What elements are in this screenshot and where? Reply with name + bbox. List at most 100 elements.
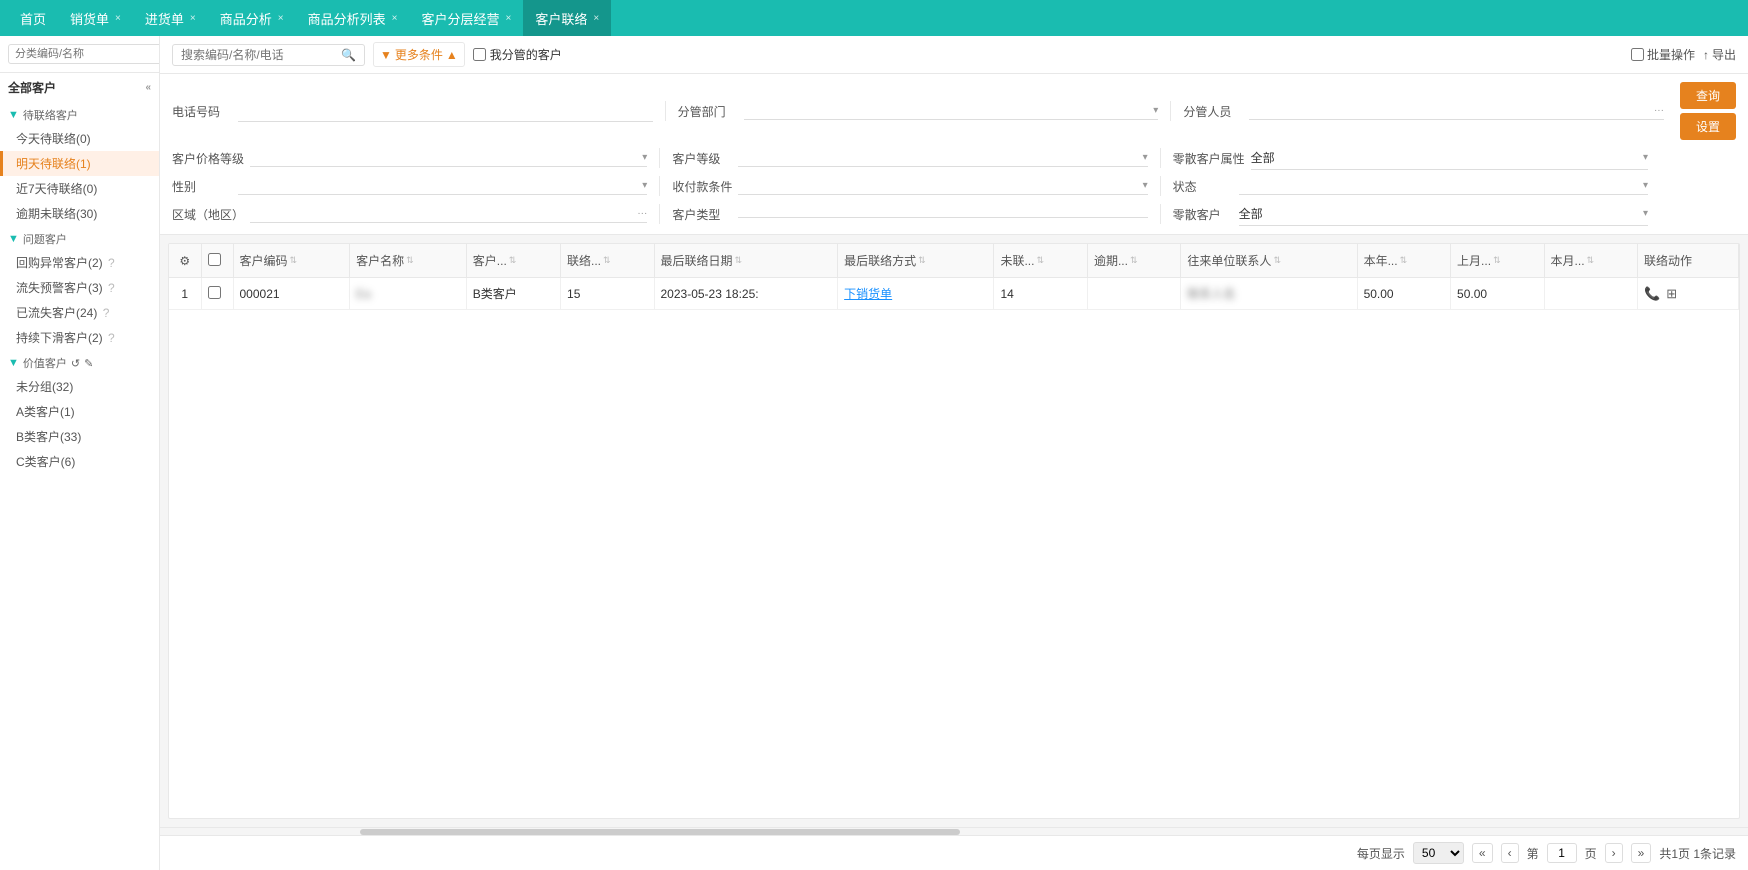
sidebar-item-churned[interactable]: 已流失客户(24) ? [0, 300, 159, 325]
total-records-label: 共1页 1条记录 [1659, 845, 1736, 862]
pending-contact-arrow: ▼ [8, 109, 19, 121]
edit-value-icon[interactable]: ✎ [84, 357, 93, 370]
sort-contact-icon: ⇅ [603, 255, 611, 266]
sidebar-item-b-class[interactable]: B类客户(33) [0, 424, 159, 449]
first-page-btn[interactable]: « [1472, 843, 1493, 863]
phone-input[interactable] [238, 101, 653, 122]
nav-purchase-order[interactable]: 进货单 × [133, 0, 208, 36]
dept-dropdown-arrow: ▾ [1153, 105, 1158, 116]
sidebar-search-input[interactable] [8, 44, 160, 64]
col-uncontacted[interactable]: 未联... ⇅ [994, 244, 1087, 278]
status-select[interactable]: ▾ [1239, 177, 1648, 195]
all-customers-header[interactable]: 全部客户 « [0, 73, 159, 102]
close-customer-layering-icon[interactable]: × [505, 13, 511, 24]
prev-page-btn[interactable]: ‹ [1501, 843, 1519, 863]
last-page-btn[interactable]: » [1631, 843, 1652, 863]
col-this-year[interactable]: 本年... ⇅ [1357, 244, 1450, 278]
close-purchase-order-icon[interactable]: × [190, 13, 196, 24]
dept-select[interactable]: ▾ [744, 102, 1159, 120]
price-level-field: 客户价格等级 ▾ [172, 149, 647, 167]
col-type[interactable]: 客户... ⇅ [466, 244, 560, 278]
batch-operation-btn[interactable]: 批量操作 [1631, 46, 1695, 63]
batch-checkbox[interactable] [1631, 48, 1644, 61]
pending-contact-group[interactable]: ▼ 待联络客户 [0, 102, 159, 126]
col-this-month[interactable]: 本月... ⇅ [1544, 244, 1637, 278]
nav-home[interactable]: 首页 [8, 0, 58, 36]
nav-customer-layering[interactable]: 客户分层经营 × [409, 0, 523, 36]
search-input[interactable] [181, 48, 341, 62]
customer-type-select[interactable] [738, 211, 1147, 218]
col-last-contact-date[interactable]: 最后联络日期 ⇅ [654, 244, 838, 278]
next-page-btn[interactable]: › [1605, 843, 1623, 863]
col-action: 联络动作 [1638, 244, 1739, 278]
problem-customers-group[interactable]: ▼ 问题客户 [0, 226, 159, 250]
cell-last-contact-date: 2023-05-23 18:25: [654, 278, 838, 310]
per-page-select[interactable]: 50 100 200 [1413, 842, 1464, 864]
price-level-select[interactable]: ▾ [250, 149, 647, 167]
sidebar-item-repurchase-abnormal[interactable]: 回购异常客户(2) ? [0, 250, 159, 275]
customer-type-field: 客户类型 [672, 206, 1147, 223]
query-button[interactable]: 查询 [1680, 82, 1736, 109]
col-contact[interactable]: 联络... ⇅ [561, 244, 654, 278]
phone-label: 电话号码 [172, 103, 232, 120]
manager-select[interactable]: ··· [1249, 102, 1664, 120]
value-customers-group[interactable]: ▼ 价值客户 ↺ ✎ [0, 350, 159, 374]
divider-5 [659, 176, 660, 196]
scrollbar-thumb[interactable] [360, 829, 960, 835]
area-select[interactable]: ··· [250, 205, 647, 223]
sidebar-item-churn-warning[interactable]: 流失预警客户(3) ? [0, 275, 159, 300]
call-icon[interactable]: 📞 [1644, 286, 1660, 302]
customer-level-select[interactable]: ▾ [738, 149, 1147, 167]
retail-customer-select[interactable]: 全部 ▾ [1239, 202, 1648, 226]
my-customers-checkbox[interactable]: 我分管的客户 [473, 46, 562, 63]
page-number-input[interactable] [1547, 843, 1577, 863]
my-customers-check[interactable] [473, 48, 486, 61]
col-settings[interactable]: ⚙ [169, 244, 201, 278]
export-btn[interactable]: ↑ 导出 [1703, 46, 1736, 63]
search-icon[interactable]: 🔍 [341, 48, 356, 62]
close-product-analysis-list-icon[interactable]: × [392, 13, 398, 24]
grid-icon[interactable]: ⊞ [1666, 286, 1677, 302]
gender-select[interactable]: ▾ [238, 177, 647, 195]
col-unit-contact[interactable]: 往来单位联系人 ⇅ [1181, 244, 1357, 278]
sidebar-item-continuous-decline[interactable]: 持续下滑客户(2) ? [0, 325, 159, 350]
sidebar-item-ungrouped[interactable]: 未分组(32) [0, 374, 159, 399]
sidebar-item-overdue-contact[interactable]: 逾期未联络(30) [0, 201, 159, 226]
nav-sales-order[interactable]: 销货单 × [58, 0, 133, 36]
more-conditions-btn[interactable]: ▼ 更多条件 ▲ [373, 42, 465, 67]
col-last-month[interactable]: 上月... ⇅ [1451, 244, 1544, 278]
customer-table: ⚙ 客户编码 ⇅ 客户名称 [169, 244, 1739, 310]
close-product-analysis-icon[interactable]: × [278, 13, 284, 24]
cell-overdue [1087, 278, 1180, 310]
horizontal-scrollbar[interactable] [160, 827, 1748, 835]
refresh-icon[interactable]: ↺ [71, 357, 80, 370]
sidebar-item-today-contact[interactable]: 今天待联络(0) [0, 126, 159, 151]
retail-attr-field: 零散客户属性 全部 ▾ [1173, 146, 1648, 170]
col-code[interactable]: 客户编码 ⇅ [233, 244, 350, 278]
sidebar-item-a-class[interactable]: A类客户(1) [0, 399, 159, 424]
col-last-contact-method[interactable]: 最后联络方式 ⇅ [838, 244, 994, 278]
col-checkbox[interactable] [201, 244, 233, 278]
select-all-checkbox[interactable] [208, 253, 221, 266]
top-navigation: 首页 销货单 × 进货单 × 商品分析 × 商品分析列表 × 客户分层经营 × … [0, 0, 1748, 36]
cell-checkbox[interactable] [201, 278, 233, 310]
nav-product-analysis-list[interactable]: 商品分析列表 × [296, 0, 410, 36]
close-sales-order-icon[interactable]: × [115, 13, 121, 24]
divider-2 [1170, 101, 1171, 121]
retail-attr-select[interactable]: 全部 ▾ [1251, 146, 1648, 170]
set-button[interactable]: 设置 [1680, 113, 1736, 140]
row-checkbox[interactable] [208, 286, 221, 299]
nav-product-analysis[interactable]: 商品分析 × [208, 0, 296, 36]
col-overdue[interactable]: 逾期... ⇅ [1087, 244, 1180, 278]
sort-date-icon: ⇅ [735, 255, 743, 266]
sidebar-item-7day-contact[interactable]: 近7天待联络(0) [0, 176, 159, 201]
cell-type: B类客户 [466, 278, 560, 310]
cell-last-contact-method[interactable]: 下销货单 [838, 278, 994, 310]
close-customer-contact-icon[interactable]: × [593, 13, 599, 24]
sidebar-item-c-class[interactable]: C类客户(6) [0, 449, 159, 474]
page-suffix-label: 页 [1585, 845, 1597, 862]
payment-terms-select[interactable]: ▾ [738, 177, 1147, 195]
sidebar-item-tomorrow-contact[interactable]: 明天待联络(1) [0, 151, 159, 176]
col-name[interactable]: 客户名称 ⇅ [350, 244, 467, 278]
nav-customer-contact[interactable]: 客户联络 × [523, 0, 611, 36]
